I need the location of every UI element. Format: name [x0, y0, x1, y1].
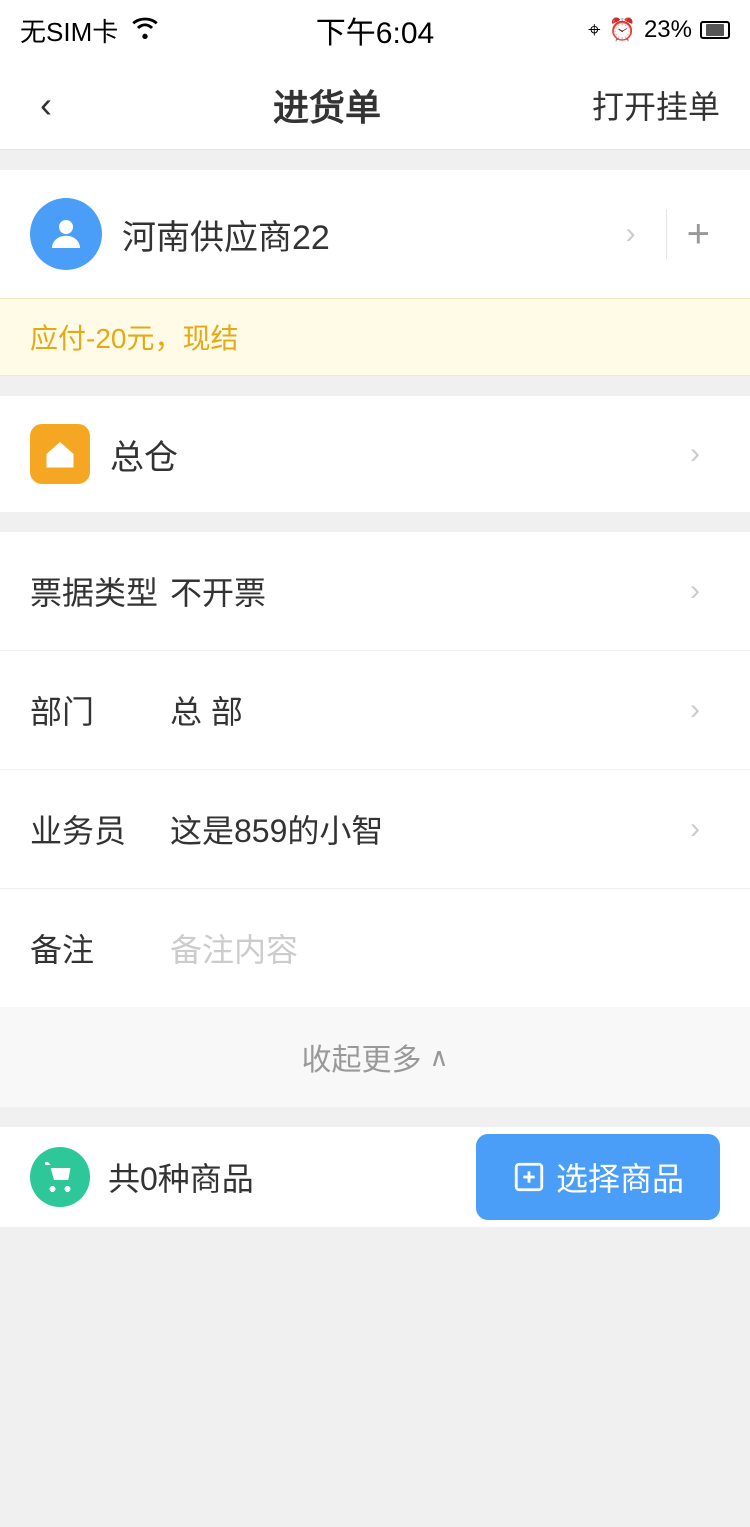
status-bar-left: 无SIM卡: [20, 12, 162, 49]
section-gap-3: [0, 512, 750, 532]
salesman-value: 这是859的小智: [170, 806, 690, 852]
collapse-label: 收起更多: [301, 1035, 421, 1079]
location-icon: ⌖: [588, 17, 600, 43]
warehouse-icon-container: [30, 424, 90, 484]
bottom-fill: [0, 1227, 750, 1527]
remark-row[interactable]: 备注 备注内容: [0, 889, 750, 1007]
dept-value: 总 部: [170, 687, 690, 733]
supplier-section: 河南供应商22 › + 应付-20元，现结: [0, 170, 750, 376]
dept-label: 部门: [30, 687, 170, 733]
product-count: 共0种商品: [108, 1154, 476, 1200]
status-bar-right: ⌖ ⏰ 23%: [588, 16, 730, 44]
warehouse-section: 总仓 ›: [0, 396, 750, 512]
collapse-icon: ∧: [429, 1042, 448, 1073]
page-title: 进货单: [273, 79, 381, 131]
select-product-icon: [512, 1160, 546, 1194]
carrier-label: 无SIM卡: [20, 12, 118, 49]
dept-chevron-icon: ›: [690, 693, 700, 727]
invoice-value: 不开票: [170, 568, 690, 614]
battery-label: 23%: [644, 16, 692, 44]
status-bar: 无SIM卡 下午6:04 ⌖ ⏰ 23%: [0, 0, 750, 60]
invoice-label: 票据类型: [30, 568, 170, 614]
status-bar-time: 下午6:04: [316, 8, 434, 52]
supplier-row[interactable]: 河南供应商22 › +: [0, 170, 750, 298]
warehouse-icon: [42, 436, 78, 472]
alarm-icon: ⏰: [609, 17, 636, 43]
back-button[interactable]: ‹: [30, 74, 62, 136]
nav-bar: ‹ 进货单 打开挂单: [0, 60, 750, 150]
supplier-avatar: [30, 198, 102, 270]
remark-input[interactable]: 备注内容: [170, 925, 720, 971]
invoice-chevron-icon: ›: [690, 574, 700, 608]
salesman-row[interactable]: 业务员 这是859的小智 ›: [0, 770, 750, 889]
collapse-row[interactable]: 收起更多 ∧: [0, 1007, 750, 1107]
supplier-divider: [666, 209, 667, 259]
product-bar: 共0种商品 选择商品: [0, 1127, 750, 1227]
dept-row[interactable]: 部门 总 部 ›: [0, 651, 750, 770]
warehouse-chevron-icon: ›: [690, 437, 700, 471]
form-section: 票据类型 不开票 › 部门 总 部 › 业务员 这是859的小智 › 备注 备注…: [0, 532, 750, 1007]
warehouse-name: 总仓: [110, 430, 690, 479]
user-icon: [45, 213, 87, 255]
remark-label: 备注: [30, 925, 170, 971]
cart-icon: [42, 1159, 78, 1195]
select-product-label: 选择商品: [556, 1154, 684, 1200]
section-gap-2: [0, 376, 750, 396]
product-cart-icon-container: [30, 1147, 90, 1207]
warehouse-row[interactable]: 总仓 ›: [0, 396, 750, 512]
supplier-name: 河南供应商22: [122, 210, 626, 259]
salesman-label: 业务员: [30, 806, 170, 852]
notice-banner: 应付-20元，现结: [0, 298, 750, 376]
battery-icon: [700, 21, 730, 39]
add-button[interactable]: +: [677, 212, 720, 257]
open-pending-button[interactable]: 打开挂单: [592, 82, 720, 128]
salesman-chevron-icon: ›: [690, 812, 700, 846]
supplier-chevron-icon: ›: [626, 217, 636, 251]
section-gap-1: [0, 150, 750, 170]
wifi-icon: [128, 15, 162, 46]
invoice-row[interactable]: 票据类型 不开票 ›: [0, 532, 750, 651]
select-product-button[interactable]: 选择商品: [476, 1134, 720, 1220]
